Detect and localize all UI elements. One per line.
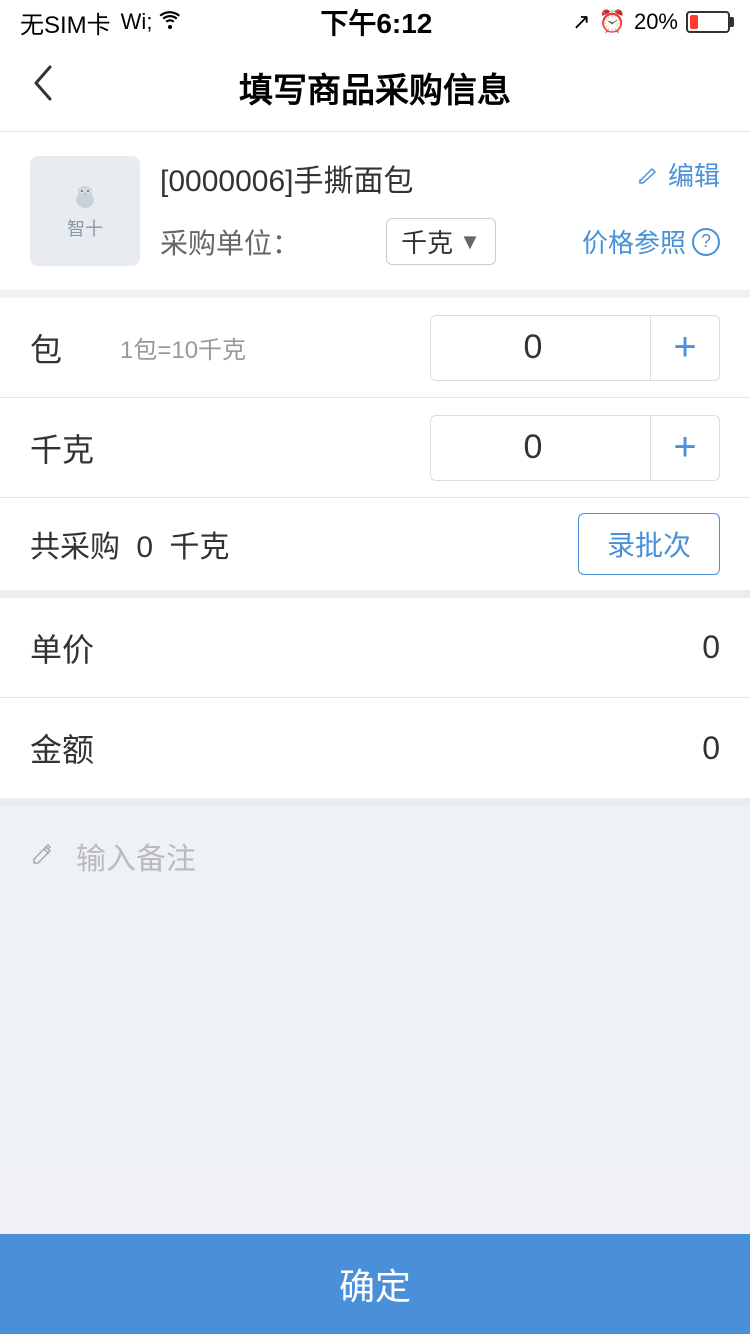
amount-row: 金额 0 [0, 698, 750, 798]
kg-input-row: 千克 + [0, 398, 750, 498]
remark-section[interactable]: 输入备注 [0, 806, 750, 906]
bao-sublabel: 1包=10千克 [120, 330, 246, 365]
content-area: 智十 [0000006]手撕面包 编辑 采购单位： 千克 ▼ [0, 132, 750, 1166]
battery-percent: 20% [634, 9, 678, 35]
amount-label: 金额 [30, 725, 94, 771]
price-value: 0 [702, 629, 720, 666]
edit-button[interactable]: 编辑 [638, 156, 720, 193]
status-right: ↗ ⏰ 20% [572, 9, 730, 35]
summary-row: 共采购 0 千克 录批次 [0, 498, 750, 598]
price-row: 单价 0 [0, 598, 750, 698]
wifi-icon: Wi; [121, 9, 181, 35]
summary-text: 共采购 0 千克 [30, 522, 229, 566]
unit-select-dropdown[interactable]: 千克 ▼ [386, 218, 496, 265]
kg-plus-button[interactable]: + [650, 415, 720, 481]
kg-label: 千克 [30, 425, 110, 471]
price-ref-label: 价格参照 [582, 223, 686, 260]
price-label: 单价 [30, 625, 94, 671]
status-bar: 无SIM卡 Wi; 下午6:12 ↗ ⏰ 20% [0, 0, 750, 44]
confirm-button[interactable]: 确定 [0, 1234, 750, 1334]
price-reference-button[interactable]: 价格参照 ? [582, 223, 720, 260]
bao-input-row: 包 1包=10千克 + [0, 298, 750, 398]
battery-fill [690, 15, 698, 29]
product-info: [0000006]手撕面包 编辑 采购单位： 千克 ▼ 价格参照 ? [160, 156, 720, 265]
help-icon: ? [692, 228, 720, 256]
product-full-name: [0000006]手撕面包 [160, 156, 413, 200]
product-image: 智十 [30, 156, 140, 266]
bao-plus-button[interactable]: + [650, 315, 720, 381]
unit-row: 采购单位： 千克 ▼ 价格参照 ? [160, 218, 720, 265]
product-thumbnail: 智十 [45, 181, 125, 241]
confirm-label: 确定 [339, 1258, 411, 1310]
price-amount-section: 单价 0 金额 0 [0, 598, 750, 806]
summary-unit: 千克 [169, 531, 229, 564]
record-batch-button[interactable]: 录批次 [578, 513, 720, 575]
bao-input-section: 包 1包=10千克 + 千克 + [0, 298, 750, 498]
nav-bar: 填写商品采购信息 [0, 44, 750, 132]
brand-label: 智十 [67, 215, 103, 241]
page-title: 填写商品采购信息 [239, 63, 511, 112]
remark-placeholder: 输入备注 [76, 834, 196, 878]
pencil-icon [30, 837, 60, 875]
product-name-row: [0000006]手撕面包 编辑 [160, 156, 720, 200]
unit-label: 采购单位： [160, 222, 300, 262]
bao-quantity-input[interactable] [430, 315, 650, 381]
product-card: 智十 [0000006]手撕面包 编辑 采购单位： 千克 ▼ [0, 132, 750, 298]
status-left: 无SIM卡 Wi; [20, 5, 181, 40]
amount-value: 0 [702, 730, 720, 767]
location-icon: ↗ [572, 9, 590, 35]
kg-input-right: + [430, 415, 720, 481]
summary-prefix: 共采购 [30, 531, 120, 564]
bao-input-right: + [430, 315, 720, 381]
status-time: 下午6:12 [320, 2, 432, 42]
battery-icon [686, 11, 730, 33]
kg-quantity-input[interactable] [430, 415, 650, 481]
bao-label: 包 [30, 325, 110, 371]
carrier-text: 无SIM卡 [20, 5, 111, 40]
bottom-spacer [0, 906, 750, 1166]
dropdown-arrow-icon: ▼ [459, 229, 481, 255]
summary-value: 0 [136, 531, 153, 564]
alarm-icon: ⏰ [599, 9, 626, 35]
back-button[interactable] [30, 63, 54, 113]
unit-value: 千克 [401, 223, 453, 260]
